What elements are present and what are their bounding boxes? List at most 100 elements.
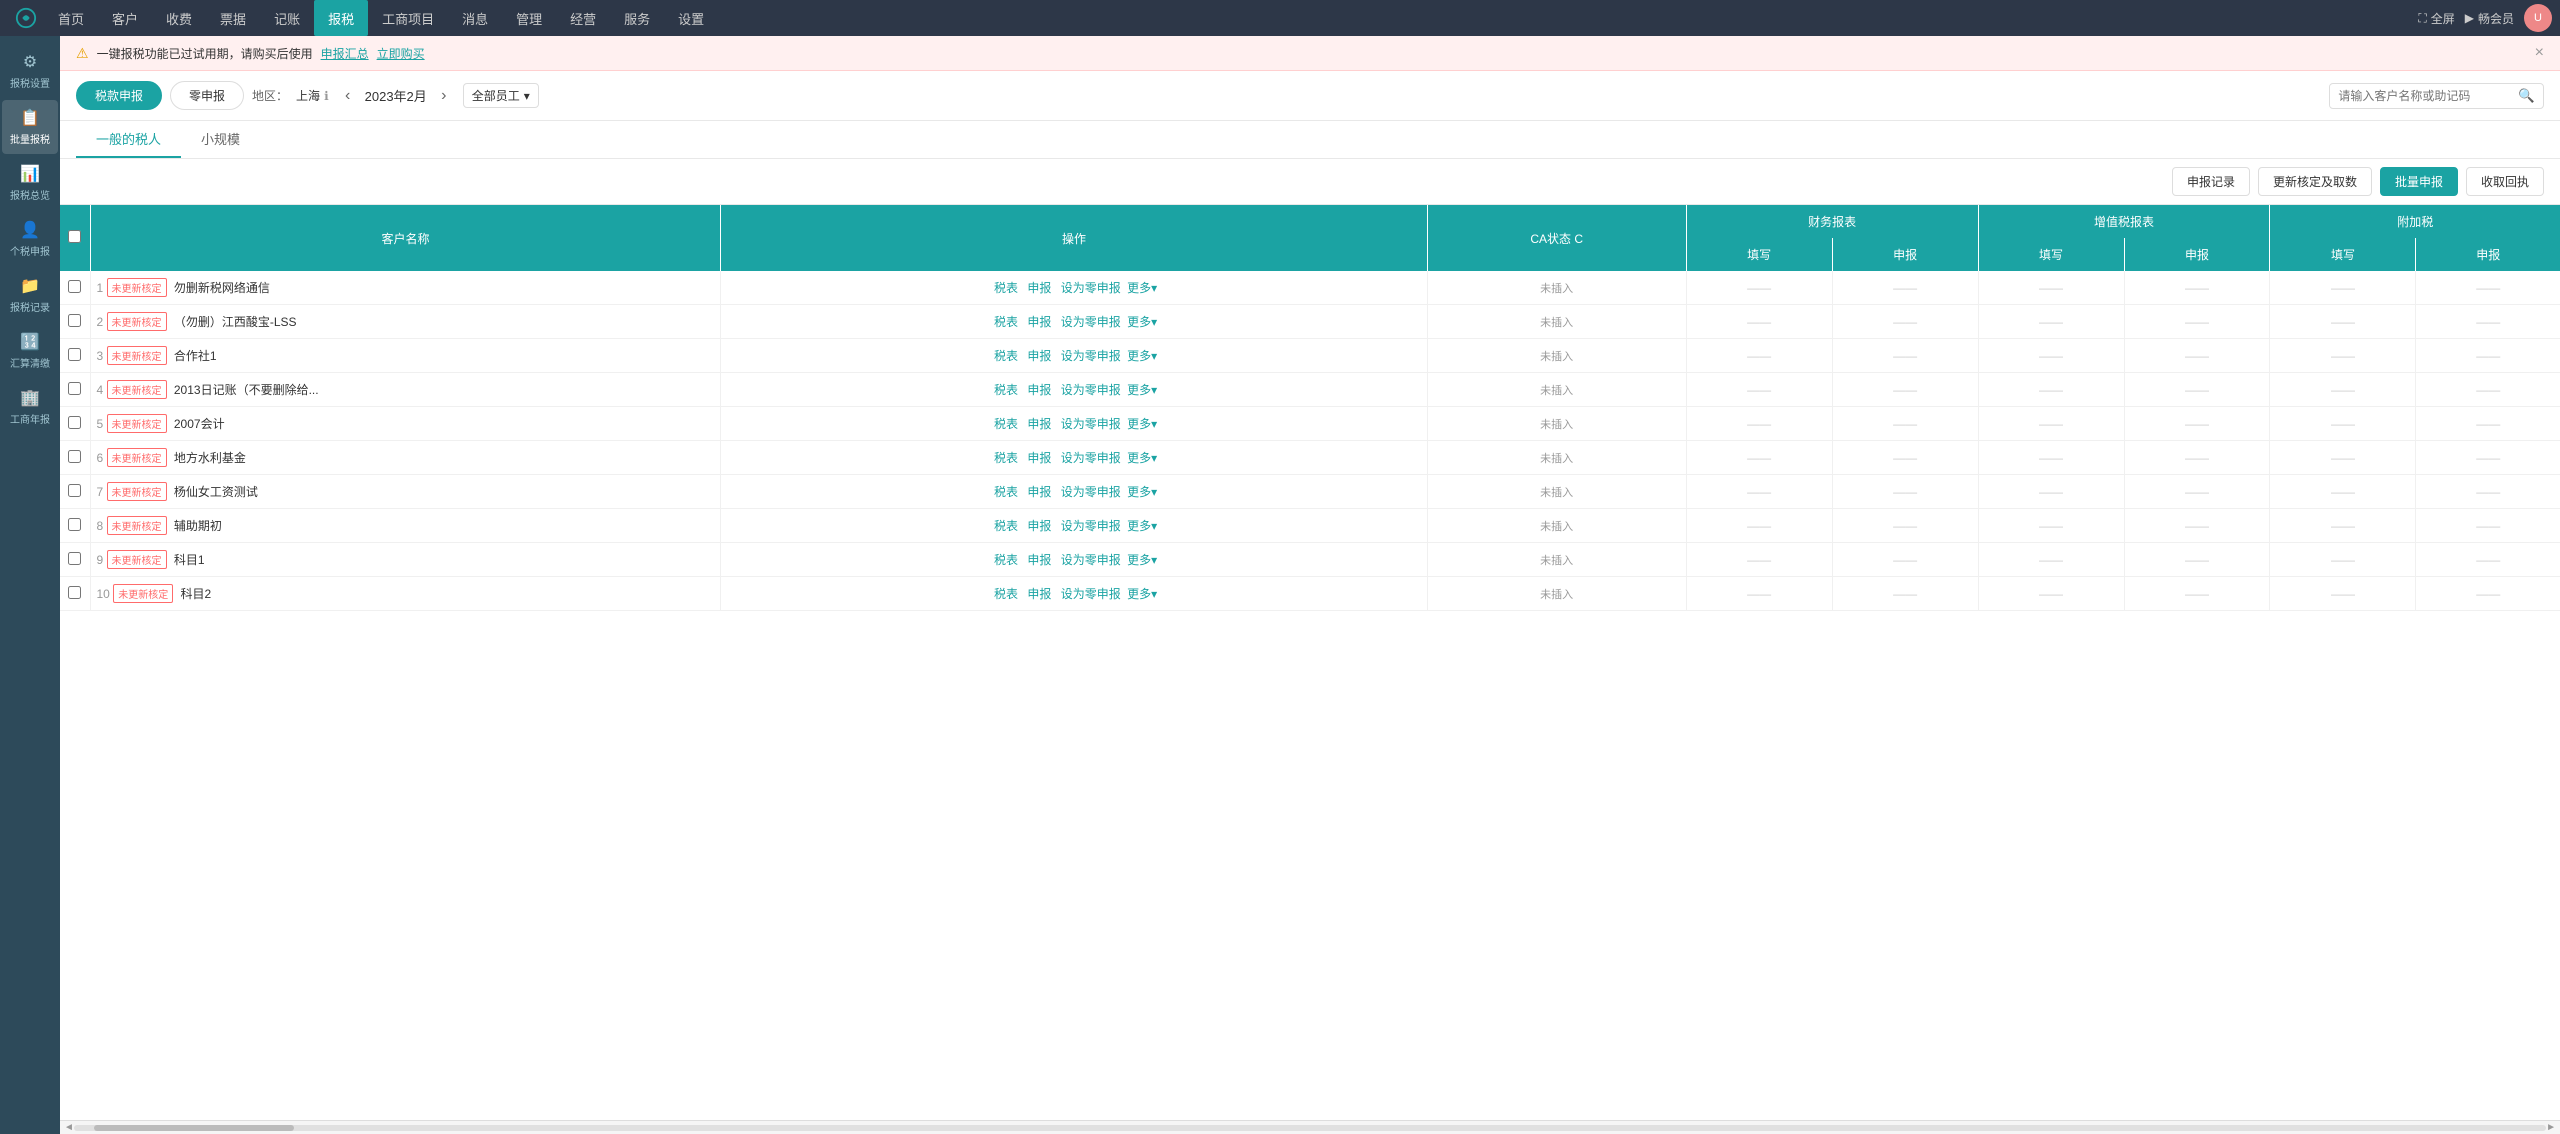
nav-billing[interactable]: 收费 (152, 0, 206, 36)
op-tax-form[interactable]: 税表 (994, 417, 1018, 431)
trial-link-summary[interactable]: 申报汇总 (321, 45, 369, 62)
op-declare[interactable]: 申报 (1027, 383, 1051, 397)
row-checkbox[interactable] (68, 450, 81, 463)
op-declare[interactable]: 申报 (1027, 417, 1051, 431)
op-declare[interactable]: 申报 (1027, 451, 1051, 465)
shenbaojilu-btn[interactable]: 申报记录 (2172, 167, 2250, 196)
premium-btn[interactable]: ▶ 畅会员 (2465, 10, 2514, 27)
row-checkbox-cell[interactable] (60, 543, 90, 577)
select-all-checkbox[interactable] (68, 230, 81, 243)
gengxin-btn[interactable]: 更新核定及取数 (2258, 167, 2372, 196)
op-tax-form[interactable]: 税表 (994, 349, 1018, 363)
scroll-right-btn[interactable]: ► (2546, 1122, 2556, 1133)
op-set-zero[interactable]: 设为零申报 (1061, 315, 1121, 329)
op-more[interactable]: 更多▾ (1127, 519, 1157, 533)
subtab-general-taxpayer[interactable]: 一般的税人 (76, 121, 181, 158)
next-month-btn[interactable]: › (433, 85, 455, 107)
nav-message[interactable]: 消息 (448, 0, 502, 36)
row-checkbox-cell[interactable] (60, 509, 90, 543)
nav-invoice[interactable]: 票据 (206, 0, 260, 36)
op-tax-form[interactable]: 税表 (994, 451, 1018, 465)
row-checkbox-cell[interactable] (60, 305, 90, 339)
op-declare[interactable]: 申报 (1027, 553, 1051, 567)
op-more[interactable]: 更多▾ (1127, 417, 1157, 431)
staff-selector[interactable]: 全部员工 ▾ (463, 83, 539, 108)
subtab-small-scale[interactable]: 小规模 (181, 121, 260, 158)
op-more[interactable]: 更多▾ (1127, 587, 1157, 601)
op-set-zero[interactable]: 设为零申报 (1061, 553, 1121, 567)
op-more[interactable]: 更多▾ (1127, 485, 1157, 499)
op-set-zero[interactable]: 设为零申报 (1061, 417, 1121, 431)
row-checkbox[interactable] (68, 484, 81, 497)
row-checkbox[interactable] (68, 314, 81, 327)
row-checkbox-cell[interactable] (60, 339, 90, 373)
piliangshenbao-btn[interactable]: 批量申报 (2380, 167, 2458, 196)
tab-zero-declaration[interactable]: 零申报 (170, 81, 244, 110)
nav-bookkeeping[interactable]: 记账 (260, 0, 314, 36)
row-checkbox-cell[interactable] (60, 271, 90, 305)
trial-link-buy[interactable]: 立即购买 (377, 45, 425, 62)
op-more[interactable]: 更多▾ (1127, 315, 1157, 329)
nav-home[interactable]: 首页 (44, 0, 98, 36)
nav-settings[interactable]: 设置 (664, 0, 718, 36)
op-set-zero[interactable]: 设为零申报 (1061, 349, 1121, 363)
fullscreen-btn[interactable]: ⛶ 全屏 (2418, 10, 2454, 27)
op-declare[interactable]: 申报 (1027, 485, 1051, 499)
op-tax-form[interactable]: 税表 (994, 587, 1018, 601)
sidebar-item-personal-tax[interactable]: 👤 个税申报 (2, 212, 58, 266)
sidebar-item-tax-records[interactable]: 📁 报税记录 (2, 268, 58, 322)
row-checkbox[interactable] (68, 518, 81, 531)
sidebar-item-business-annual[interactable]: 🏢 工商年报 (2, 380, 58, 434)
op-set-zero[interactable]: 设为零申报 (1061, 587, 1121, 601)
op-set-zero[interactable]: 设为零申报 (1061, 519, 1121, 533)
nav-bizproject[interactable]: 工商项目 (368, 0, 448, 36)
op-tax-form[interactable]: 税表 (994, 281, 1018, 295)
op-tax-form[interactable]: 税表 (994, 519, 1018, 533)
horizontal-scrollbar[interactable]: ◄ ► (60, 1120, 2560, 1134)
row-checkbox[interactable] (68, 382, 81, 395)
row-checkbox-cell[interactable] (60, 577, 90, 611)
op-set-zero[interactable]: 设为零申报 (1061, 281, 1121, 295)
row-checkbox[interactable] (68, 348, 81, 361)
row-checkbox[interactable] (68, 280, 81, 293)
nav-service[interactable]: 服务 (610, 0, 664, 36)
op-more[interactable]: 更多▾ (1127, 281, 1157, 295)
nav-customer[interactable]: 客户 (98, 0, 152, 36)
row-checkbox-cell[interactable] (60, 407, 90, 441)
row-checkbox[interactable] (68, 552, 81, 565)
scroll-left-btn[interactable]: ◄ (64, 1122, 74, 1133)
op-tax-form[interactable]: 税表 (994, 315, 1018, 329)
user-avatar[interactable]: U (2524, 4, 2552, 32)
nav-tax[interactable]: 报税 (314, 0, 368, 36)
op-declare[interactable]: 申报 (1027, 281, 1051, 295)
op-set-zero[interactable]: 设为零申报 (1061, 485, 1121, 499)
nav-manage[interactable]: 管理 (502, 0, 556, 36)
op-more[interactable]: 更多▾ (1127, 383, 1157, 397)
op-set-zero[interactable]: 设为零申报 (1061, 383, 1121, 397)
row-checkbox[interactable] (68, 586, 81, 599)
banner-close-btn[interactable]: × (2535, 44, 2544, 62)
op-set-zero[interactable]: 设为零申报 (1061, 451, 1121, 465)
op-tax-form[interactable]: 税表 (994, 553, 1018, 567)
op-declare[interactable]: 申报 (1027, 315, 1051, 329)
sidebar-item-tax-settings[interactable]: ⚙ 报税设置 (2, 44, 58, 98)
sidebar-item-calc-clear[interactable]: 🔢 汇算清缴 (2, 324, 58, 378)
tab-tax-declaration[interactable]: 税款申报 (76, 81, 162, 110)
op-tax-form[interactable]: 税表 (994, 383, 1018, 397)
op-declare[interactable]: 申报 (1027, 349, 1051, 363)
row-checkbox[interactable] (68, 416, 81, 429)
scroll-track[interactable] (74, 1125, 2546, 1131)
row-checkbox-cell[interactable] (60, 441, 90, 475)
op-declare[interactable]: 申报 (1027, 519, 1051, 533)
shouruhuitui-btn[interactable]: 收取回执 (2466, 167, 2544, 196)
sidebar-item-batch-tax[interactable]: 📋 批量报税 (2, 100, 58, 154)
row-checkbox-cell[interactable] (60, 475, 90, 509)
location-selector[interactable]: 上海 ℹ (296, 87, 329, 104)
prev-month-btn[interactable]: ‹ (337, 85, 359, 107)
op-more[interactable]: 更多▾ (1127, 451, 1157, 465)
th-checkbox[interactable] (60, 205, 90, 271)
row-checkbox-cell[interactable] (60, 373, 90, 407)
op-more[interactable]: 更多▾ (1127, 553, 1157, 567)
op-more[interactable]: 更多▾ (1127, 349, 1157, 363)
op-declare[interactable]: 申报 (1027, 587, 1051, 601)
